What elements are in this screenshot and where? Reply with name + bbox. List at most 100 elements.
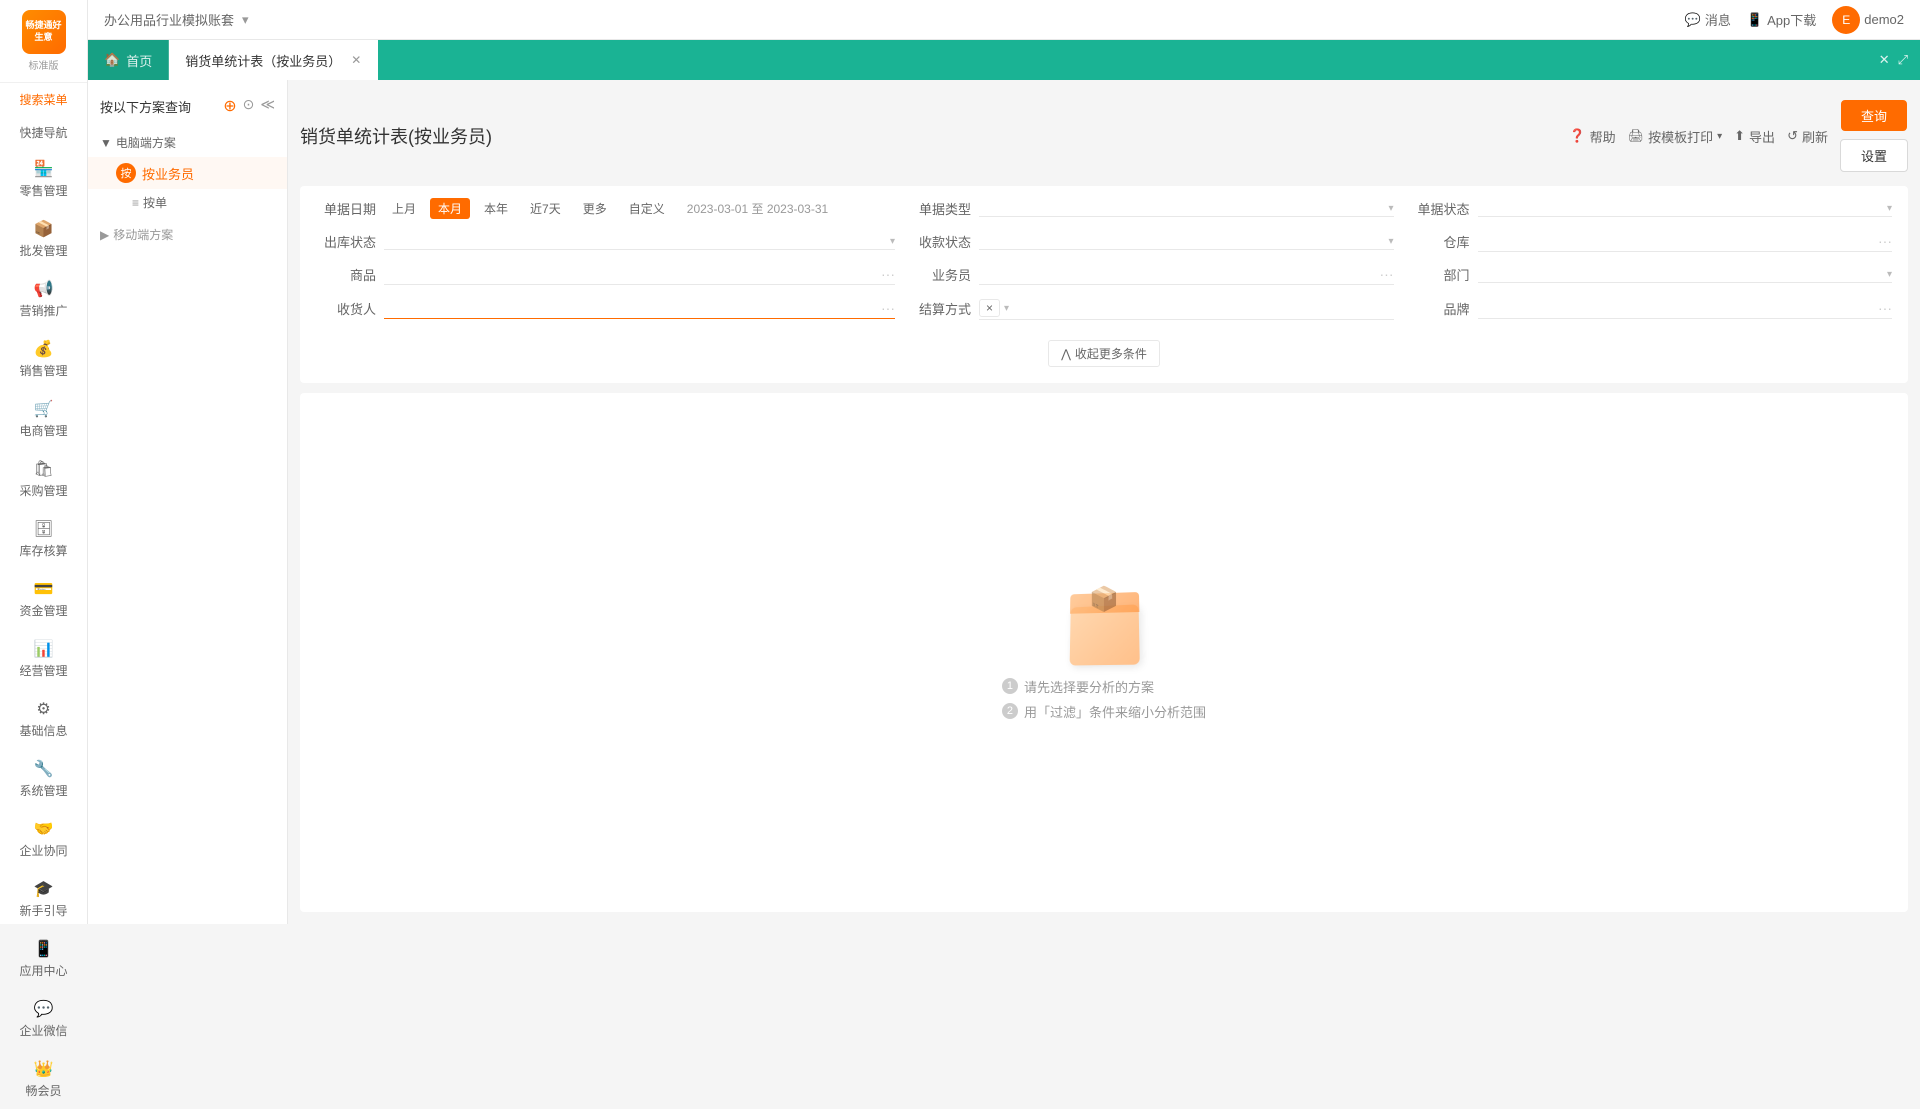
sidebar-item-retail[interactable]: 🏪 零售管理 (0, 149, 87, 209)
sidebar-item-system[interactable]: 🔧 系统管理 (0, 749, 87, 809)
sidebar-item-ecommerce[interactable]: 🛒 电商管理 (0, 389, 87, 449)
doc-type-arrow-icon: ▾ (1388, 203, 1393, 214)
tab-sales-stat[interactable]: 销货单统计表（按业务员） ✕ (169, 40, 378, 80)
help-btn[interactable]: ❓ 帮助 (1569, 127, 1615, 146)
sidebar-item-quick[interactable]: 快捷导航 (0, 116, 87, 149)
goods-input[interactable]: ··· (384, 264, 895, 285)
triangle-icon: ▼ (100, 136, 112, 150)
sidebar-item-purchase[interactable]: 🛍 采购管理 (0, 449, 87, 509)
left-panel: 按以下方案查询 ⊕ ⊙ ≪ ▼ 电脑端方案 按 按业务员 ≡ 按 (88, 80, 288, 924)
wechat-icon: 💬 (34, 999, 54, 1019)
receiver-dots-icon[interactable]: ··· (881, 300, 895, 316)
system-icon: 🔧 (34, 759, 54, 779)
goods-dots-icon[interactable]: ··· (881, 266, 895, 282)
app-download-btn[interactable]: 📱 App下载 (1747, 10, 1816, 29)
user-menu[interactable]: E demo2 (1832, 6, 1904, 34)
export-btn[interactable]: ⬆ 导出 (1734, 127, 1775, 146)
mobile-section[interactable]: ▶ 移动端方案 (88, 220, 287, 249)
collapse-btn[interactable]: ⋀ 收起更多条件 (1048, 340, 1160, 367)
brand-input[interactable]: ··· (1478, 298, 1893, 319)
dept-select[interactable]: ▾ (1478, 267, 1893, 283)
tabbar: 🏠 首页 销货单统计表（按业务员） ✕ ✕ ⤢ (88, 40, 1920, 80)
home-icon: 🏠 (104, 52, 120, 68)
out-status-select[interactable]: ▾ (384, 234, 895, 250)
warehouse-dots-icon[interactable]: ··· (1878, 233, 1892, 249)
warehouse-label: 仓库 (1410, 232, 1470, 251)
tab-home[interactable]: 🏠 首页 (88, 40, 169, 80)
sidebar-item-label: 零售管理 (19, 182, 67, 199)
sidebar-item-search[interactable]: 搜索菜单 (0, 83, 87, 116)
pc-section-title[interactable]: ▼ 电脑端方案 (88, 128, 287, 157)
sidebar-item-label: 新手引导 (19, 902, 67, 919)
date-buttons: 上月 本月 本年 近7天 更多 自定义 2023-03-01 至 2023-03… (384, 198, 828, 219)
brand-label: 品牌 (1410, 299, 1470, 318)
empty-state: 📦 1 请先选择要分析的方案 2 用「过滤」条件来缩小分析范围 (300, 393, 1908, 912)
brand-dots-icon[interactable]: ··· (1878, 300, 1892, 316)
sales-icon: 💰 (34, 339, 54, 359)
date-btn-custom[interactable]: 自定义 (621, 198, 673, 219)
collapse-panel-icon[interactable]: ≪ (260, 96, 275, 116)
scheme-by-order-label: 按单 (143, 194, 167, 211)
order-icon: ≡ (132, 196, 139, 210)
tab-close-icon[interactable]: ✕ (351, 53, 361, 67)
tab-home-label: 首页 (126, 51, 152, 70)
message-btn[interactable]: 💬 消息 (1685, 10, 1731, 29)
app-download-label: App下载 (1767, 10, 1816, 29)
scheme-by-order[interactable]: ≡ 按单 (88, 189, 287, 216)
sidebar-item-label: 营销推广 (19, 302, 67, 319)
sidebar-item-enterprise[interactable]: 🤝 企业协同 (0, 809, 87, 869)
edit-scheme-icon[interactable]: ⊙ (243, 96, 255, 116)
print-icon: 🖨 (1628, 128, 1645, 144)
add-scheme-icon[interactable]: ⊕ (223, 96, 236, 116)
sidebar-item-label: 销售管理 (19, 362, 67, 379)
sidebar-item-operation[interactable]: 📊 经营管理 (0, 629, 87, 689)
settlement-tag-close[interactable]: × (986, 301, 993, 315)
query-set-btns: 查询 设置 (1840, 100, 1908, 172)
expand-icon[interactable]: ⤢ (1898, 52, 1908, 68)
filter-salesman: 业务员 ··· (911, 264, 1394, 285)
sidebar-item-inventory[interactable]: 🗄 库存核算 (0, 509, 87, 569)
recv-status-select[interactable]: ▾ (979, 234, 1394, 250)
salesman-input[interactable]: ··· (979, 264, 1394, 285)
date-btn-this-month[interactable]: 本月 (430, 198, 470, 219)
scheme-salesperson[interactable]: 按 按业务员 (88, 157, 287, 189)
date-btn-more[interactable]: 更多 (575, 198, 615, 219)
dropdown-arrow-icon[interactable]: ▾ (242, 12, 249, 28)
tip-2-text: 用「过滤」条件来缩小分析范围 (1024, 702, 1206, 721)
receiver-input[interactable]: ··· (384, 298, 895, 319)
settlement-select[interactable]: × ▾ (979, 297, 1394, 320)
sidebar-item-member[interactable]: 👑 畅会员 (0, 1049, 87, 1109)
close-window-icon[interactable]: ✕ (1879, 52, 1890, 68)
filter-receiver: 收货人 ··· (316, 298, 895, 319)
marketing-icon: 📢 (34, 279, 54, 299)
date-btn-last-month[interactable]: 上月 (384, 198, 424, 219)
settlement-arrow-icon: ▾ (1004, 303, 1009, 314)
sidebar-item-sales[interactable]: 💰 销售管理 (0, 329, 87, 389)
template-print-btn[interactable]: 🖨 按模板打印 ▾ (1628, 127, 1723, 146)
doc-type-label: 单据类型 (911, 199, 971, 218)
left-panel-title: 按以下方案查询 (100, 97, 191, 116)
sidebar-item-marketing[interactable]: 📢 营销推广 (0, 269, 87, 329)
sidebar-item-wholesale[interactable]: 📦 批发管理 (0, 209, 87, 269)
refresh-btn[interactable]: ↺ 刷新 (1787, 127, 1828, 146)
username: demo2 (1864, 12, 1904, 27)
salesman-dots-icon[interactable]: ··· (1380, 266, 1394, 282)
query-button[interactable]: 查询 (1841, 100, 1907, 131)
sidebar-item-finance[interactable]: 💳 资金管理 (0, 569, 87, 629)
doc-status-select[interactable]: ▾ (1478, 201, 1893, 217)
sidebar-item-label: 基础信息 (19, 722, 67, 739)
sidebar-item-basic[interactable]: ⚙ 基础信息 (0, 689, 87, 749)
sidebar-item-newbie[interactable]: 🎓 新手引导 (0, 869, 87, 929)
sidebar-item-wechat[interactable]: 💬 企业微信 (0, 989, 87, 1049)
sidebar-item-appstore[interactable]: 📱 应用中心 (0, 929, 87, 989)
sidebar: 畅捷通好生意 标准版 搜索菜单 快捷导航 🏪 零售管理 📦 批发管理 📢 营销推… (0, 0, 88, 924)
doc-type-select[interactable]: ▾ (979, 201, 1394, 217)
set-button[interactable]: 设置 (1840, 139, 1908, 172)
date-btn-this-year[interactable]: 本年 (476, 198, 516, 219)
warehouse-input[interactable]: ··· (1478, 231, 1893, 252)
date-btn-7days[interactable]: 近7天 (522, 198, 569, 219)
sidebar-item-label: 企业微信 (19, 1022, 67, 1039)
empty-tip-2: 2 用「过滤」条件来缩小分析范围 (1002, 702, 1206, 721)
left-panel-icons: ⊕ ⊙ ≪ (223, 96, 275, 116)
empty-tip-1: 1 请先选择要分析的方案 (1002, 677, 1206, 696)
